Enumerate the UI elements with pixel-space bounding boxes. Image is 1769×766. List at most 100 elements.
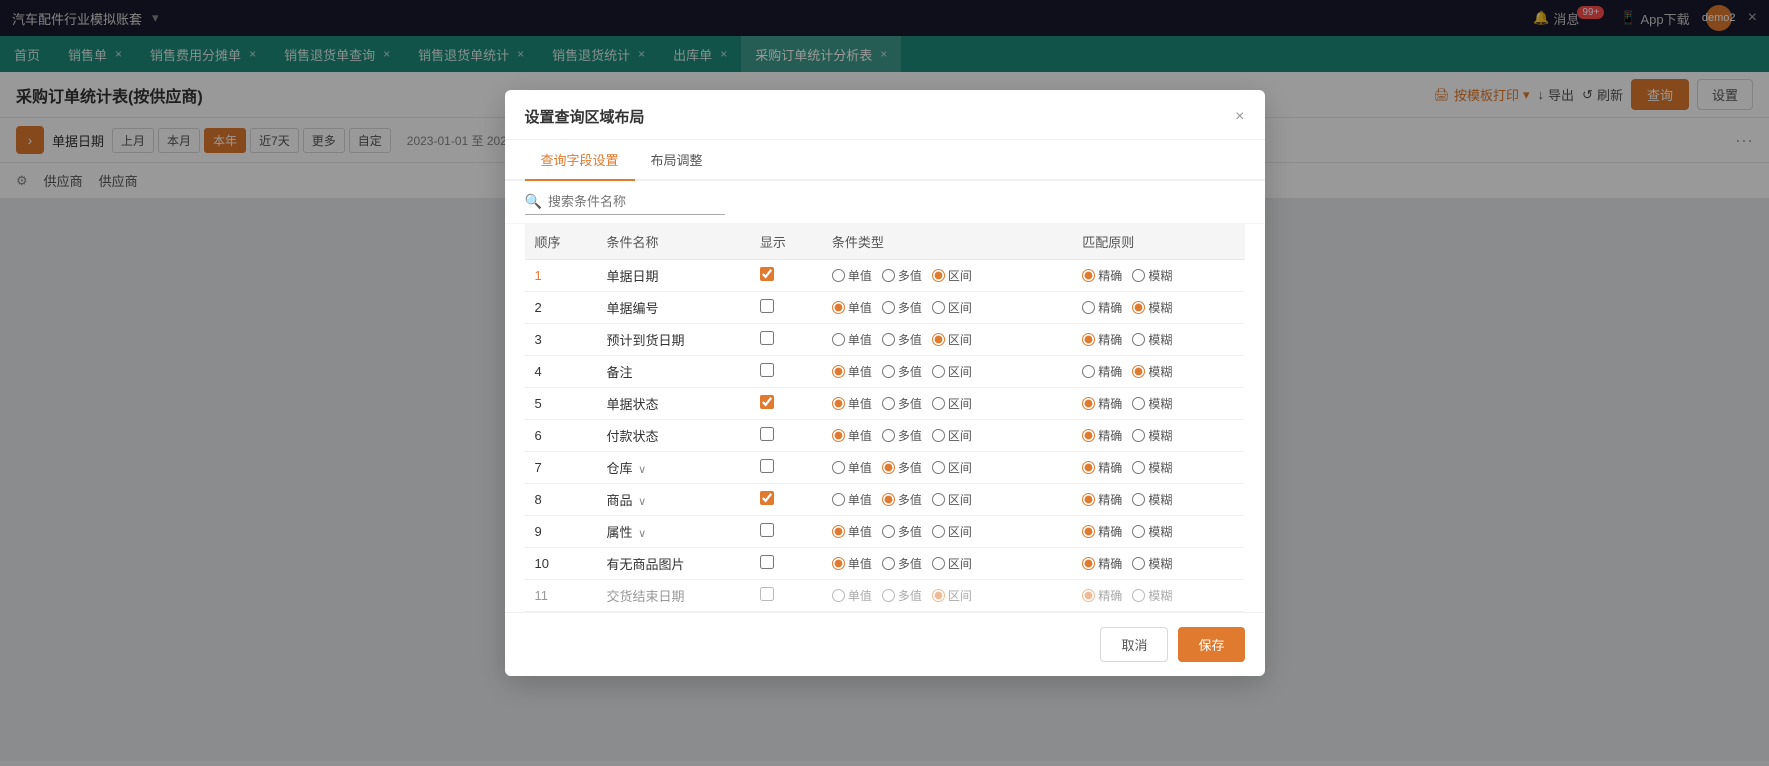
principle-radio-0[interactable] <box>1082 557 1095 570</box>
type-radio-item[interactable]: 单值 <box>832 267 872 284</box>
principle-radio-0[interactable] <box>1082 493 1095 506</box>
type-radio-0[interactable] <box>832 365 845 378</box>
principle-radio-item[interactable]: 精确 <box>1082 299 1122 316</box>
display-checkbox[interactable] <box>760 299 774 313</box>
principle-radio-item[interactable]: 模糊 <box>1132 331 1172 348</box>
type-radio-0[interactable] <box>832 397 845 410</box>
type-radio-2[interactable] <box>932 429 945 442</box>
principle-radio-item[interactable]: 模糊 <box>1132 395 1172 412</box>
type-radio-item[interactable]: 区间 <box>932 523 972 540</box>
principle-radio-0[interactable] <box>1082 429 1095 442</box>
principle-radio-item[interactable]: 模糊 <box>1132 555 1172 572</box>
type-radio-item[interactable]: 多值 <box>882 427 922 444</box>
principle-radio-item[interactable]: 模糊 <box>1132 427 1172 444</box>
principle-radio-0[interactable] <box>1082 461 1095 474</box>
type-radio-item[interactable]: 单值 <box>832 299 872 316</box>
display-checkbox[interactable] <box>760 267 774 281</box>
type-radio-item[interactable]: 单值 <box>832 555 872 572</box>
type-radio-0[interactable] <box>832 301 845 314</box>
display-checkbox[interactable] <box>760 523 774 537</box>
type-radio-2[interactable] <box>932 365 945 378</box>
principle-radio-item[interactable]: 精确 <box>1082 491 1122 508</box>
type-radio-item[interactable]: 单值 <box>832 331 872 348</box>
dialog-close-btn[interactable]: × <box>1235 108 1244 126</box>
type-radio-1[interactable] <box>882 269 895 282</box>
display-checkbox[interactable] <box>760 427 774 441</box>
principle-radio-1[interactable] <box>1132 333 1145 346</box>
type-radio-item[interactable]: 区间 <box>932 331 972 348</box>
type-radio-1[interactable] <box>882 429 895 442</box>
principle-radio-1[interactable] <box>1132 525 1145 538</box>
cancel-button[interactable]: 取消 <box>1100 627 1168 662</box>
type-radio-1[interactable] <box>882 461 895 474</box>
type-radio-item[interactable]: 区间 <box>932 395 972 412</box>
principle-radio-item[interactable]: 精确 <box>1082 427 1122 444</box>
type-radio-1[interactable] <box>882 301 895 314</box>
type-radio-1[interactable] <box>882 525 895 538</box>
type-radio-1[interactable] <box>882 333 895 346</box>
type-radio-item[interactable]: 多值 <box>882 459 922 476</box>
type-radio-item[interactable]: 多值 <box>882 267 922 284</box>
display-checkbox[interactable] <box>760 587 774 601</box>
type-radio-0[interactable] <box>832 429 845 442</box>
principle-radio-item[interactable]: 模糊 <box>1132 587 1172 604</box>
display-checkbox[interactable] <box>760 395 774 409</box>
type-radio-item[interactable]: 区间 <box>932 555 972 572</box>
principle-radio-item[interactable]: 模糊 <box>1132 523 1172 540</box>
principle-radio-item[interactable]: 精确 <box>1082 555 1122 572</box>
dialog-tab-fields[interactable]: 查询字段设置 <box>525 140 635 181</box>
type-radio-2[interactable] <box>932 461 945 474</box>
display-checkbox[interactable] <box>760 491 774 505</box>
search-input[interactable] <box>548 194 708 209</box>
type-radio-0[interactable] <box>832 493 845 506</box>
type-radio-item[interactable]: 单值 <box>832 427 872 444</box>
type-radio-item[interactable]: 区间 <box>932 587 972 604</box>
type-radio-1[interactable] <box>882 589 895 602</box>
type-radio-item[interactable]: 多值 <box>882 299 922 316</box>
type-radio-item[interactable]: 单值 <box>832 587 872 604</box>
type-radio-item[interactable]: 多值 <box>882 363 922 380</box>
principle-radio-1[interactable] <box>1132 461 1145 474</box>
principle-radio-0[interactable] <box>1082 365 1095 378</box>
type-radio-2[interactable] <box>932 557 945 570</box>
type-radio-item[interactable]: 区间 <box>932 459 972 476</box>
display-checkbox[interactable] <box>760 331 774 345</box>
principle-radio-1[interactable] <box>1132 557 1145 570</box>
type-radio-item[interactable]: 区间 <box>932 427 972 444</box>
principle-radio-0[interactable] <box>1082 301 1095 314</box>
type-radio-0[interactable] <box>832 269 845 282</box>
type-radio-item[interactable]: 多值 <box>882 331 922 348</box>
type-radio-item[interactable]: 单值 <box>832 395 872 412</box>
type-radio-2[interactable] <box>932 493 945 506</box>
type-radio-item[interactable]: 区间 <box>932 491 972 508</box>
display-checkbox[interactable] <box>760 363 774 377</box>
type-radio-item[interactable]: 多值 <box>882 587 922 604</box>
type-radio-2[interactable] <box>932 301 945 314</box>
principle-radio-item[interactable]: 模糊 <box>1132 267 1172 284</box>
type-radio-item[interactable]: 多值 <box>882 491 922 508</box>
principle-radio-item[interactable]: 精确 <box>1082 523 1122 540</box>
principle-radio-item[interactable]: 精确 <box>1082 331 1122 348</box>
type-radio-item[interactable]: 多值 <box>882 555 922 572</box>
type-radio-2[interactable] <box>932 333 945 346</box>
principle-radio-1[interactable] <box>1132 301 1145 314</box>
type-radio-item[interactable]: 单值 <box>832 491 872 508</box>
principle-radio-item[interactable]: 精确 <box>1082 587 1122 604</box>
type-radio-1[interactable] <box>882 493 895 506</box>
type-radio-2[interactable] <box>932 589 945 602</box>
display-checkbox[interactable] <box>760 555 774 569</box>
principle-radio-1[interactable] <box>1132 269 1145 282</box>
principle-radio-item[interactable]: 模糊 <box>1132 299 1172 316</box>
type-radio-item[interactable]: 多值 <box>882 523 922 540</box>
principle-radio-1[interactable] <box>1132 493 1145 506</box>
type-radio-item[interactable]: 多值 <box>882 395 922 412</box>
type-radio-1[interactable] <box>882 365 895 378</box>
type-radio-0[interactable] <box>832 557 845 570</box>
principle-radio-0[interactable] <box>1082 397 1095 410</box>
display-checkbox[interactable] <box>760 459 774 473</box>
type-radio-0[interactable] <box>832 525 845 538</box>
principle-radio-0[interactable] <box>1082 589 1095 602</box>
type-radio-2[interactable] <box>932 397 945 410</box>
principle-radio-item[interactable]: 模糊 <box>1132 363 1172 380</box>
type-radio-item[interactable]: 单值 <box>832 363 872 380</box>
